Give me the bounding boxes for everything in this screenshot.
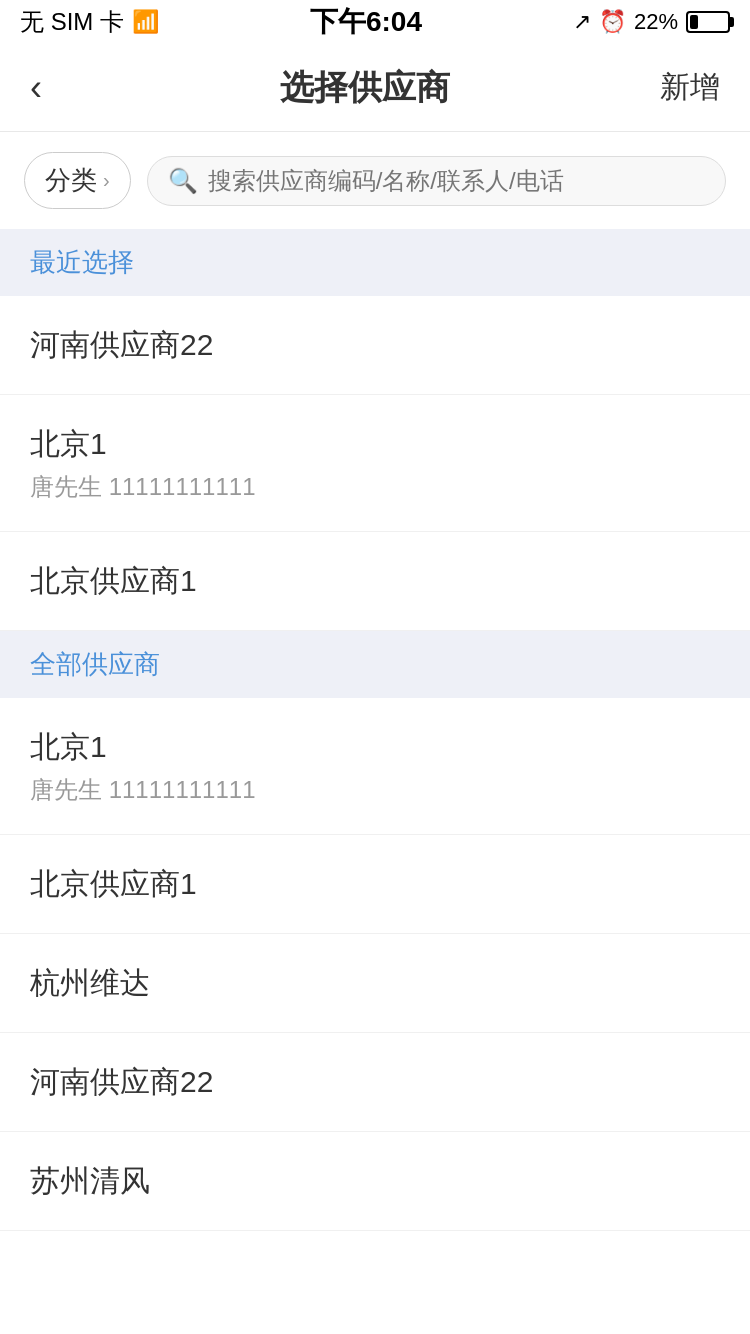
item-name: 杭州维达 (30, 962, 720, 1004)
status-bar: 无 SIM 卡 📶 下午6:04 ↗ ⏰ 22% (0, 0, 750, 44)
recent-section-label: 最近选择 (30, 247, 134, 277)
item-contact: 唐先生 11111111111 (30, 471, 720, 503)
all-list: 北京1 唐先生 11111111111 北京供应商1 杭州维达 河南供应商22 … (0, 698, 750, 1231)
wifi-icon: 📶 (132, 9, 159, 35)
status-left: 无 SIM 卡 📶 (20, 6, 159, 38)
search-bar: 分类 › 🔍 (0, 132, 750, 229)
list-item[interactable]: 苏州清风 (0, 1132, 750, 1231)
list-item[interactable]: 河南供应商22 (0, 1033, 750, 1132)
search-input-wrap[interactable]: 🔍 (147, 156, 726, 206)
item-contact: 唐先生 11111111111 (30, 774, 720, 806)
add-button[interactable]: 新增 (640, 67, 720, 108)
search-input[interactable] (208, 167, 705, 195)
item-name: 北京1 (30, 423, 720, 465)
status-right: ↗ ⏰ 22% (573, 9, 730, 35)
list-item[interactable]: 杭州维达 (0, 934, 750, 1033)
item-name: 北京1 (30, 726, 720, 768)
item-name: 北京供应商1 (30, 560, 720, 602)
location-icon: ↗ (573, 9, 591, 35)
battery-percent: 22% (634, 9, 678, 35)
all-section-header: 全部供应商 (0, 631, 750, 698)
category-label: 分类 (45, 163, 97, 198)
item-name: 苏州清风 (30, 1160, 720, 1202)
list-item[interactable]: 北京供应商1 (0, 532, 750, 631)
category-button[interactable]: 分类 › (24, 152, 131, 209)
back-button[interactable]: ‹ (30, 67, 90, 109)
alarm-icon: ⏰ (599, 9, 626, 35)
battery-icon (686, 11, 730, 33)
item-name: 北京供应商1 (30, 863, 720, 905)
list-item[interactable]: 北京供应商1 (0, 835, 750, 934)
list-item[interactable]: 北京1 唐先生 11111111111 (0, 395, 750, 532)
page-title: 选择供应商 (280, 65, 450, 111)
list-item[interactable]: 河南供应商22 (0, 296, 750, 395)
sim-label: 无 SIM 卡 (20, 6, 124, 38)
nav-bar: ‹ 选择供应商 新增 (0, 44, 750, 132)
recent-list: 河南供应商22 北京1 唐先生 11111111111 北京供应商1 (0, 296, 750, 631)
item-name: 河南供应商22 (30, 324, 720, 366)
search-icon: 🔍 (168, 167, 198, 195)
recent-section-header: 最近选择 (0, 229, 750, 296)
item-name: 河南供应商22 (30, 1061, 720, 1103)
chevron-right-icon: › (103, 169, 110, 192)
status-time: 下午6:04 (310, 3, 422, 41)
all-section-label: 全部供应商 (30, 649, 160, 679)
list-item[interactable]: 北京1 唐先生 11111111111 (0, 698, 750, 835)
